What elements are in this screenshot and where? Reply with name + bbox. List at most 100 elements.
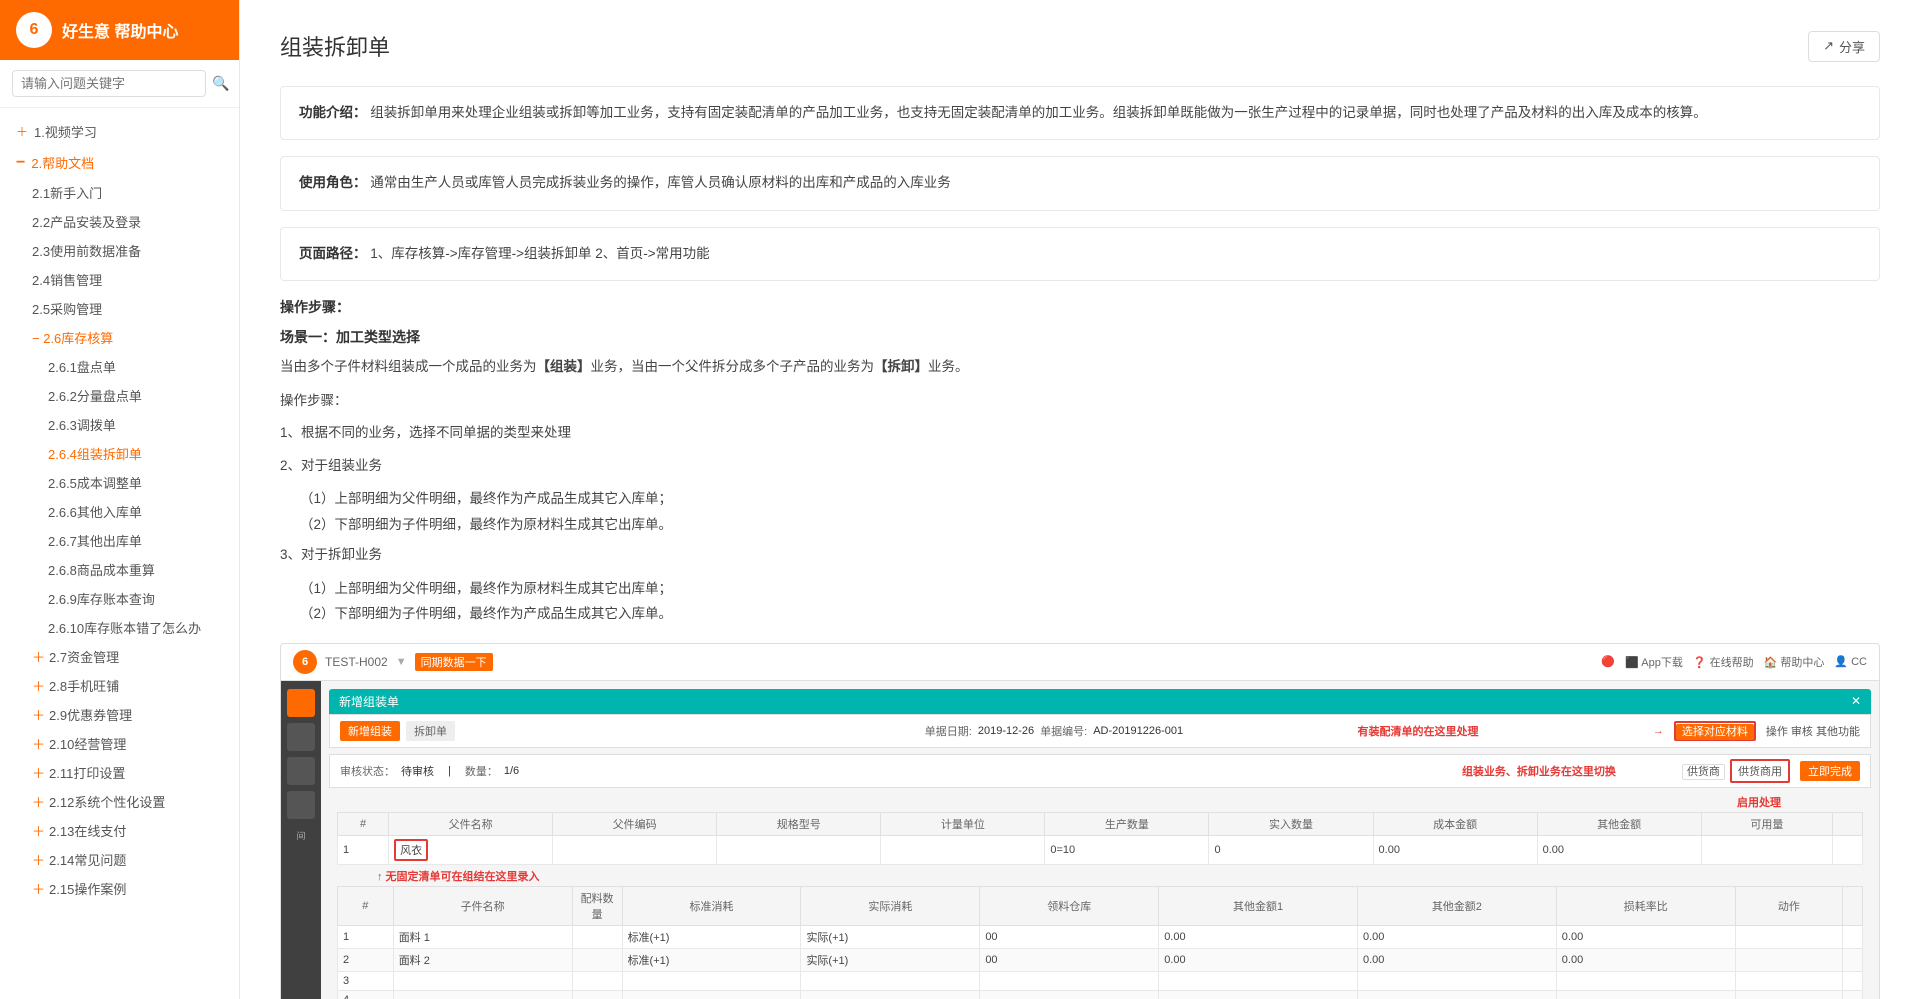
screenshot-bottom-table-wrapper: #子件名称配料数量标准消耗 实际消耗领料仓库其他金额1其他金额2损耗率比动作 1…	[329, 886, 1871, 999]
nav-item-210[interactable]: ＋2.10经营管理	[0, 729, 239, 758]
expand-icon-1: ＋	[16, 123, 28, 140]
sidebar-header: 6 好生意 帮助中心	[0, 0, 239, 60]
nav-item-213[interactable]: ＋2.13在线支付	[0, 816, 239, 845]
search-box: 🔍	[0, 60, 239, 108]
screenshot-top-table-wrapper: #父件名称父件编码规格型号计量单位 生产数量实入数量成本金额其他金额可用量 1 …	[329, 812, 1871, 865]
screenshot-content: 间 新增组装单 ✕ 新增组装 拆卸单 单据日期: 2019-1	[281, 681, 1879, 999]
table-row: 3	[338, 971, 1863, 990]
screenshot-logo: 6	[293, 650, 317, 674]
nav-item-266[interactable]: 2.6.6其他入库单	[0, 497, 239, 526]
nav-item-269[interactable]: 2.6.9库存账本查询	[0, 584, 239, 613]
step3: 3、对于拆卸业务	[280, 543, 1880, 567]
screenshot-confirm-btn: 立即完成	[1800, 761, 1860, 781]
screenshot-modal-header: 新增组装单 ✕	[329, 689, 1871, 714]
screenshot-mini-sidebar: 间	[281, 681, 321, 999]
brand-name: 好生意 帮助中心	[62, 18, 178, 42]
ops-heading: 操作步骤：	[280, 297, 1880, 317]
nav-item-26[interactable]: − 2.6库存核算	[0, 323, 239, 352]
share-icon: ↗	[1823, 38, 1834, 54]
scene1-heading: 场景一：加工类型选择	[280, 327, 1880, 347]
sub-step-3-2: （2）下部明细为子件明细，最终作为产成品生成其它入库单。	[300, 601, 1880, 627]
scene1-desc: 当由多个子件材料组装成一个成品的业务为【组装】业务，当由一个父件拆分成多个子产品…	[280, 355, 1880, 379]
annotation-row: 启用处理	[329, 794, 1861, 810]
nav-item-262[interactable]: 2.6.2分量盘点单	[0, 381, 239, 410]
nav-item-265[interactable]: 2.6.5成本调整单	[0, 468, 239, 497]
screenshot-btn-match: 选择对应材料	[1674, 721, 1756, 741]
table-row: 1面料 1 标准(+1)实际(+1)00 0.000.000.00	[338, 925, 1863, 948]
ops-steps-heading: 操作步骤：	[280, 389, 1880, 413]
nav-item-23[interactable]: 2.3使用前数据准备	[0, 236, 239, 265]
operations-area: 操作步骤： 场景一：加工类型选择 当由多个子件材料组装成一个成品的业务为【组装】…	[280, 297, 1880, 627]
screenshot-form-status: 审核状态： 待审核 | 数量： 1/6 组装业务、拆卸业务在这里切换 供货商 供…	[329, 754, 1871, 788]
sub-steps-2: （1）上部明细为父件明细，最终作为产成品生成其它入库单； （2）下部明细为子件明…	[300, 486, 1880, 537]
nav-item-24[interactable]: 2.4销售管理	[0, 265, 239, 294]
step1: 1、根据不同的业务，选择不同单据的类型来处理	[280, 421, 1880, 445]
page-title-bar: 组装拆卸单 ↗ 分享	[280, 30, 1880, 62]
nav-section-2[interactable]: − 2.帮助文档	[0, 147, 239, 178]
logo-icon: 6	[16, 12, 52, 48]
feature-intro-text: 组装拆卸单用来处理企业组装或拆卸等加工业务，支持有固定装配清单的产品加工业务，也…	[370, 105, 1707, 120]
table-row: 2面料 2 标准(+1)实际(+1)00 0.000.000.00	[338, 948, 1863, 971]
search-input[interactable]	[12, 70, 206, 97]
nav-item-25[interactable]: 2.5采购管理	[0, 294, 239, 323]
sub-step-2-1: （1）上部明细为父件明细，最终作为产成品生成其它入库单；	[300, 486, 1880, 512]
main-content: 组装拆卸单 ↗ 分享 功能介绍： 组装拆卸单用来处理企业组装或拆卸等加工业务，支…	[240, 0, 1920, 999]
user-role-label: 使用角色：	[299, 175, 367, 190]
user-role-text: 通常由生产人员或库管人员完成拆装业务的操作，库管人员确认原材料的出库和产成品的入…	[370, 175, 951, 190]
nav-section-1-label: 1.视频学习	[34, 122, 97, 141]
screenshot-sidebar-icon-1	[287, 689, 315, 717]
screenshot-icon-user: 👤 CC	[1834, 655, 1867, 668]
nav-item-263[interactable]: 2.6.3调拨单	[0, 410, 239, 439]
nav-section-2-label: 2.帮助文档	[31, 153, 94, 172]
step2: 2、对于组装业务	[280, 454, 1880, 478]
screenshot-icon-home: 🏠 帮助中心	[1764, 654, 1825, 670]
screenshot-top-table: #父件名称父件编码规格型号计量单位 生产数量实入数量成本金额其他金额可用量 1 …	[337, 812, 1863, 865]
nav-item-29[interactable]: ＋2.9优惠券管理	[0, 700, 239, 729]
screenshot-tab-disassembly: 拆卸单	[406, 721, 455, 741]
nav-item-267[interactable]: 2.6.7其他出库单	[0, 526, 239, 555]
user-role-section: 使用角色： 通常由生产人员或库管人员完成拆装业务的操作，库管人员确认原材料的出库…	[280, 156, 1880, 210]
nav-item-27[interactable]: ＋2.7资金管理	[0, 642, 239, 671]
nav-item-212[interactable]: ＋2.12系统个性化设置	[0, 787, 239, 816]
table-row: 4	[338, 990, 1863, 999]
page-path-text: 1、库存核算->库存管理->组装拆卸单 2、首页->常用功能	[370, 246, 709, 261]
nav-item-264[interactable]: 2.6.4组装拆卸单	[0, 439, 239, 468]
page-path-section: 页面路径： 1、库存核算->库存管理->组装拆卸单 2、首页->常用功能	[280, 227, 1880, 281]
screenshot-icon-flag: 🔴	[1601, 655, 1615, 668]
share-button[interactable]: ↗ 分享	[1808, 31, 1880, 62]
share-label: 分享	[1839, 37, 1865, 56]
screenshot-icon-apps: ⬛ App下载	[1625, 654, 1683, 670]
screenshot-icon-help: ❓ 在线帮助	[1693, 654, 1754, 670]
screenshot-app-id: TEST-H002	[325, 655, 388, 669]
page-path-label: 页面路径：	[299, 246, 367, 261]
nav-item-268[interactable]: 2.6.8商品成本重算	[0, 555, 239, 584]
nav-item-215[interactable]: ＋2.15操作案例	[0, 874, 239, 903]
screenshot-sidebar-icon-2	[287, 723, 315, 751]
nav-item-214[interactable]: ＋2.14常见问题	[0, 845, 239, 874]
feature-intro-section: 功能介绍： 组装拆卸单用来处理企业组装或拆卸等加工业务，支持有固定装配清单的产品…	[280, 86, 1880, 140]
annotation-no-fixed: ↑ 无固定清单可在组结在这里录入	[329, 865, 1871, 886]
search-icon[interactable]: 🔍	[212, 75, 229, 92]
nav-item-261[interactable]: 2.6.1盘点单	[0, 352, 239, 381]
screenshot-app-header: 6 TEST-H002 ▼ 同期数据一下 🔴 ⬛ App下载 ❓ 在线帮助 🏠 …	[281, 644, 1879, 681]
nav-section-1[interactable]: ＋ 1.视频学习	[0, 116, 239, 147]
sub-step-3-1: （1）上部明细为父件明细，最终作为原材料生成其它出库单；	[300, 576, 1880, 602]
screenshot-sidebar-icon-4	[287, 791, 315, 819]
nav-item-21[interactable]: 2.1新手入门	[0, 178, 239, 207]
expand-icon-2: −	[16, 154, 25, 172]
screenshot-container: 6 TEST-H002 ▼ 同期数据一下 🔴 ⬛ App下载 ❓ 在线帮助 🏠 …	[280, 643, 1880, 999]
screenshot-form-area: 新增组装单 ✕ 新增组装 拆卸单 单据日期: 2019-12-26 单据编号: …	[321, 681, 1879, 999]
nav-item-22[interactable]: 2.2产品安装及登录	[0, 207, 239, 236]
sub-steps-3: （1）上部明细为父件明细，最终作为原材料生成其它出库单； （2）下部明细为子件明…	[300, 576, 1880, 627]
screenshot-tab-new-assembly: 新增组装	[340, 721, 400, 741]
nav-item-28[interactable]: ＋2.8手机旺铺	[0, 671, 239, 700]
screenshot-bottom-table: #子件名称配料数量标准消耗 实际消耗领料仓库其他金额1其他金额2损耗率比动作 1…	[337, 886, 1863, 999]
page-title: 组装拆卸单	[280, 30, 390, 62]
sidebar: 6 好生意 帮助中心 🔍 ＋ 1.视频学习 − 2.帮助文档 2.1新手入门 2…	[0, 0, 240, 999]
nav-item-211[interactable]: ＋2.11打印设置	[0, 758, 239, 787]
sub-step-2-2: （2）下部明细为子件明细，最终作为原材料生成其它出库单。	[300, 512, 1880, 538]
screenshot-form-tabs: 新增组装 拆卸单 单据日期: 2019-12-26 单据编号: AD-20191…	[329, 714, 1871, 748]
table-row: 1 风衣 0=1000.000.00	[338, 835, 1863, 864]
nav-item-2610[interactable]: 2.6.10库存账本错了怎么办	[0, 613, 239, 642]
nav-tree: ＋ 1.视频学习 − 2.帮助文档 2.1新手入门 2.2产品安装及登录 2.3…	[0, 108, 239, 999]
